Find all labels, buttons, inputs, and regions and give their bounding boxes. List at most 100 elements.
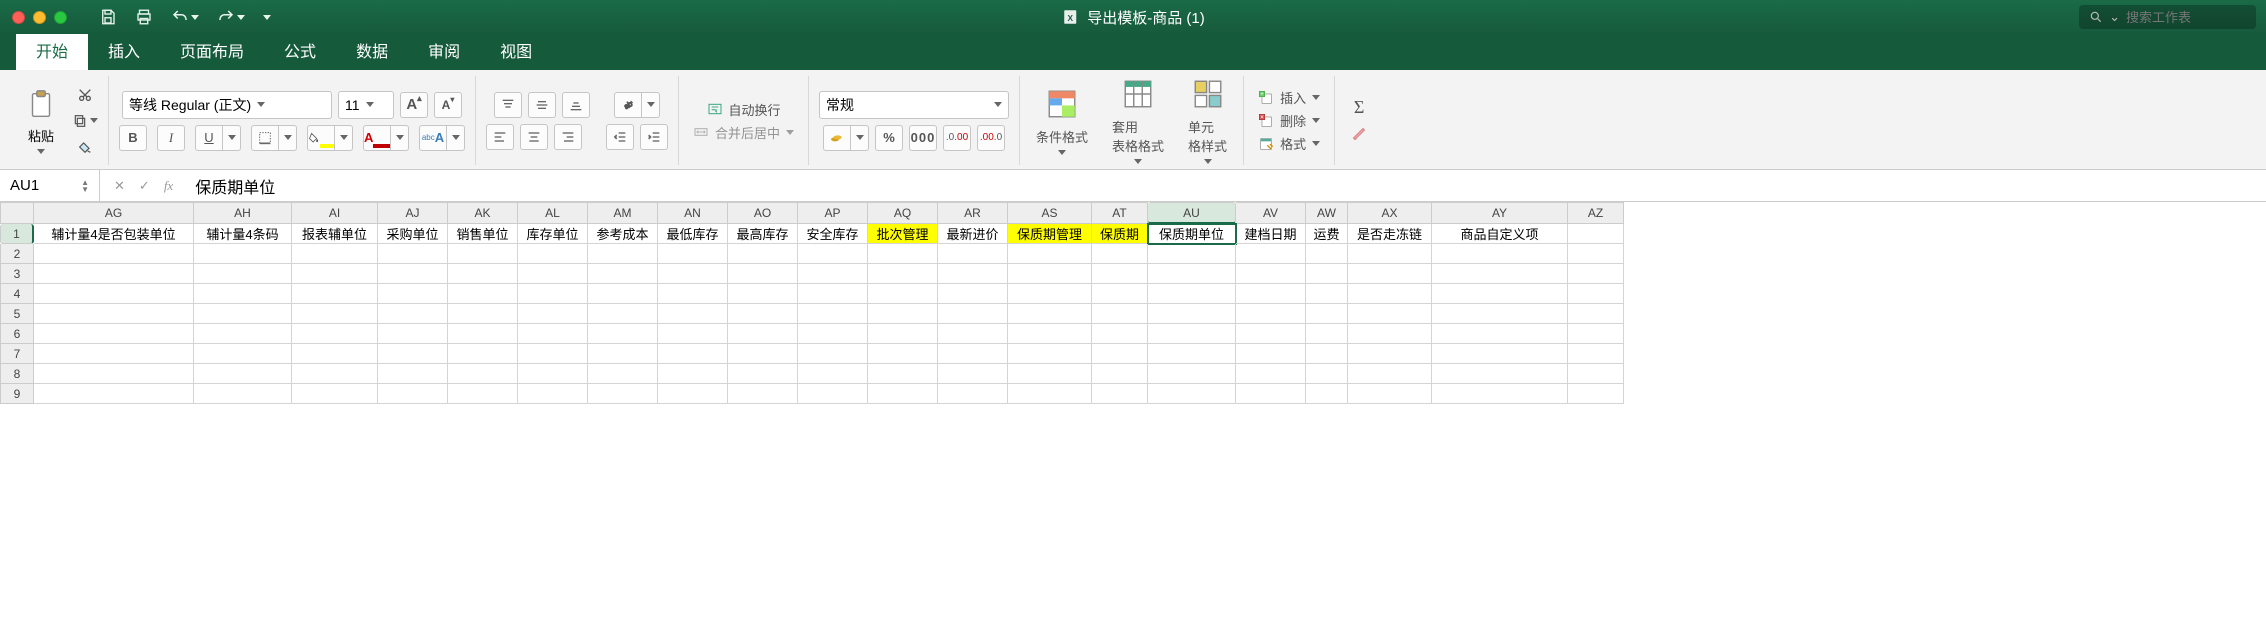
tab-review[interactable]: 审阅 [408,30,480,70]
autosum-button[interactable]: Σ [1345,95,1373,121]
cell-AK5[interactable] [448,304,518,324]
cell-AW8[interactable] [1306,364,1348,384]
column-header-AM[interactable]: AM [588,202,658,224]
cell-AZ1[interactable] [1568,224,1624,244]
cell-AJ8[interactable] [378,364,448,384]
cell-AS5[interactable] [1008,304,1092,324]
cell-AX7[interactable] [1348,344,1432,364]
print-icon[interactable] [135,8,153,26]
orientation-button[interactable]: ab [614,92,642,118]
delete-cells-button[interactable]: ×删除 [1254,109,1324,132]
cell-AH9[interactable] [194,384,292,404]
format-cells-button[interactable]: 格式 [1254,132,1324,155]
row-header-8[interactable]: 8 [0,364,34,384]
cell-AL9[interactable] [518,384,588,404]
align-top-button[interactable] [494,92,522,118]
cut-button[interactable] [72,84,98,106]
cell-AZ4[interactable] [1568,284,1624,304]
cell-AG2[interactable] [34,244,194,264]
italic-button[interactable]: I [157,125,185,151]
cell-AO1[interactable]: 最高库存 [728,224,798,244]
cell-AJ5[interactable] [378,304,448,324]
cell-AP5[interactable] [798,304,868,324]
cell-AM3[interactable] [588,264,658,284]
cell-AX6[interactable] [1348,324,1432,344]
cell-AU1[interactable]: 保质期单位 [1148,224,1236,244]
cell-AW6[interactable] [1306,324,1348,344]
cell-AI7[interactable] [292,344,378,364]
column-header-AL[interactable]: AL [518,202,588,224]
align-bottom-button[interactable] [562,92,590,118]
cell-AM8[interactable] [588,364,658,384]
tab-home[interactable]: 开始 [16,30,88,70]
cell-AZ3[interactable] [1568,264,1624,284]
cell-AR6[interactable] [938,324,1008,344]
cell-AN5[interactable] [658,304,728,324]
cell-AR1[interactable]: 最新进价 [938,224,1008,244]
cell-AM4[interactable] [588,284,658,304]
cell-AS2[interactable] [1008,244,1092,264]
cell-AG7[interactable] [34,344,194,364]
cell-AU9[interactable] [1148,384,1236,404]
cell-AJ9[interactable] [378,384,448,404]
cell-AH6[interactable] [194,324,292,344]
font-size-select[interactable]: 11 [338,91,394,119]
cell-AL2[interactable] [518,244,588,264]
save-icon[interactable] [99,8,117,26]
cell-AJ7[interactable] [378,344,448,364]
cell-AS9[interactable] [1008,384,1092,404]
wrap-text-button[interactable]: 自动换行 [703,98,785,121]
increase-decimal-button[interactable]: .0.00 [943,125,971,151]
namebox-down[interactable]: ▼ [81,186,89,193]
cell-AY3[interactable] [1432,264,1568,284]
cell-AM1[interactable]: 参考成本 [588,224,658,244]
copy-button[interactable] [72,110,98,132]
cell-AT2[interactable] [1092,244,1148,264]
cell-AP9[interactable] [798,384,868,404]
row-header-4[interactable]: 4 [0,284,34,304]
cell-AP6[interactable] [798,324,868,344]
row-header-1[interactable]: 1 [0,224,34,244]
cell-AI2[interactable] [292,244,378,264]
insert-cells-button[interactable]: +插入 [1254,86,1324,109]
cell-AK7[interactable] [448,344,518,364]
cell-AQ9[interactable] [868,384,938,404]
column-header-AR[interactable]: AR [938,202,1008,224]
cell-AL7[interactable] [518,344,588,364]
cell-AV6[interactable] [1236,324,1306,344]
cell-AL4[interactable] [518,284,588,304]
cell-AT1[interactable]: 保质期 [1092,224,1148,244]
cell-AS3[interactable] [1008,264,1092,284]
percent-button[interactable]: % [875,125,903,151]
cell-AQ5[interactable] [868,304,938,324]
column-header-AV[interactable]: AV [1236,202,1306,224]
cell-AO5[interactable] [728,304,798,324]
cell-AV3[interactable] [1236,264,1306,284]
column-header-AS[interactable]: AS [1008,202,1092,224]
cell-AY9[interactable] [1432,384,1568,404]
cell-AU5[interactable] [1148,304,1236,324]
cell-AL6[interactable] [518,324,588,344]
cell-AH4[interactable] [194,284,292,304]
row-header-2[interactable]: 2 [0,244,34,264]
cancel-formula-button[interactable]: ✕ [114,178,125,194]
cell-AQ8[interactable] [868,364,938,384]
cell-AZ2[interactable] [1568,244,1624,264]
cell-AX9[interactable] [1348,384,1432,404]
decrease-indent-button[interactable] [606,124,634,150]
cell-AP7[interactable] [798,344,868,364]
cell-AU4[interactable] [1148,284,1236,304]
column-header-AN[interactable]: AN [658,202,728,224]
cell-AP1[interactable]: 安全库存 [798,224,868,244]
cell-AQ6[interactable] [868,324,938,344]
cell-AR5[interactable] [938,304,1008,324]
cell-AV1[interactable]: 建档日期 [1236,224,1306,244]
cell-AO4[interactable] [728,284,798,304]
underline-dropdown[interactable] [223,125,241,151]
cell-AU3[interactable] [1148,264,1236,284]
column-header-AZ[interactable]: AZ [1568,202,1624,224]
currency-button[interactable] [823,125,851,151]
accept-formula-button[interactable]: ✓ [139,178,150,194]
column-header-AP[interactable]: AP [798,202,868,224]
cell-AS1[interactable]: 保质期管理 [1008,224,1092,244]
